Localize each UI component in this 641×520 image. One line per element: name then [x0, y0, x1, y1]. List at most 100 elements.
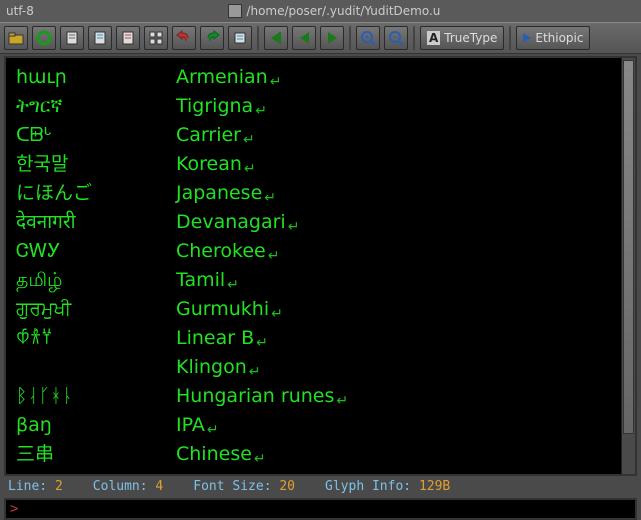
text-row: ᏣᎳᎩCherokee↵ [16, 238, 611, 267]
document-paste-button[interactable] [116, 26, 140, 50]
text-row: தமிழ்Tamil↵ [16, 267, 611, 296]
font-label: TrueType [444, 31, 497, 45]
font-selector[interactable]: A TrueType [420, 26, 504, 50]
text-row: ਗੁਰਮੁਖੀGurmukhi↵ [16, 296, 611, 325]
separator [509, 26, 511, 50]
document-button[interactable] [60, 26, 84, 50]
text-row: ᛒᛆᚴᚼᚿHungarian runes↵ [16, 383, 611, 412]
native-script: தமிழ் [16, 267, 176, 296]
return-icon: ↵ [264, 190, 276, 206]
native-script: にほんご [16, 180, 176, 209]
text-editor[interactable]: հաւրArmenian↵ትግርኛTigrigna↵ᑕᗸᒡCarrier↵한국말… [6, 58, 621, 474]
editor-area: հաւրArmenian↵ትግርኛTigrigna↵ᑕᗸᒡCarrier↵한국말… [4, 56, 637, 476]
script-name: Gurmukhi↵ [176, 296, 283, 325]
play-icon [523, 33, 531, 43]
native-script: հաւր [16, 64, 176, 93]
go-next-button[interactable] [320, 26, 344, 50]
input-method-selector[interactable]: Ethiopic [516, 26, 590, 50]
script-name: Carrier↵ [176, 122, 255, 151]
script-name: Cherokee↵ [176, 238, 279, 267]
open-button[interactable] [4, 26, 28, 50]
titlebar: utf-8 /home/poser/.yudit/YuditDemo.u [0, 0, 641, 22]
script-name: Tigrigna↵ [176, 93, 267, 122]
prompt: > [10, 501, 18, 517]
separator [257, 26, 259, 50]
text-row: ትግርኛTigrigna↵ [16, 93, 611, 122]
document-copy-button[interactable] [88, 26, 112, 50]
file-icon [228, 4, 242, 18]
native-script [16, 354, 176, 383]
text-row: Klingon↵ [16, 354, 611, 383]
command-line[interactable]: > [4, 498, 637, 520]
return-icon: ↵ [207, 422, 219, 438]
filepath: /home/poser/.yudit/YuditDemo.u [34, 4, 635, 18]
text-row: 한국말Korean↵ [16, 151, 611, 180]
return-icon: ↵ [270, 74, 282, 90]
return-icon: ↵ [249, 364, 261, 380]
record-button[interactable] [32, 26, 56, 50]
toolbar: A TrueType Ethiopic [0, 22, 641, 54]
status-bar: Line: 2 Column: 4 Font Size: 20 Glyph In… [0, 476, 641, 496]
script-name: Japanese↵ [176, 180, 276, 209]
go-prev-button[interactable] [292, 26, 316, 50]
zoom-out-button[interactable] [384, 26, 408, 50]
script-name: IPA↵ [176, 412, 219, 441]
script-name: Hungarian runes↵ [176, 383, 348, 412]
text-row: にほんごJapanese↵ [16, 180, 611, 209]
return-icon: ↵ [268, 248, 280, 264]
filepath-text: /home/poser/.yudit/YuditDemo.u [246, 4, 440, 18]
script-name: Tamil↵ [176, 267, 239, 296]
return-icon: ↵ [256, 335, 268, 351]
return-icon: ↵ [271, 306, 283, 322]
native-script: देवनागरी [16, 209, 176, 238]
separator [349, 26, 351, 50]
glyph-label: Glyph Info: [325, 479, 411, 494]
native-script: 𐀶𐀪𐀦 [16, 325, 176, 354]
text-row: देवनागरीDevanagari↵ [16, 209, 611, 238]
line-value: 2 [55, 479, 63, 494]
column-label: Column: [93, 479, 148, 494]
native-script: ᑕᗸᒡ [16, 122, 176, 151]
font-icon: A [427, 31, 440, 45]
native-script: ᛒᛆᚴᚼᚿ [16, 383, 176, 412]
native-script: ਗੁਰਮੁਖੀ [16, 296, 176, 325]
zoom-in-button[interactable] [356, 26, 380, 50]
script-name: Chinese↵ [176, 441, 266, 470]
text-row: ᑕᗸᒡCarrier↵ [16, 122, 611, 151]
return-icon: ↵ [243, 132, 255, 148]
script-name: Devanagari↵ [176, 209, 299, 238]
script-name: Armenian↵ [176, 64, 281, 93]
column-value: 4 [155, 479, 163, 494]
text-row: βaŋIPA↵ [16, 412, 611, 441]
redo-button[interactable] [200, 26, 224, 50]
text-row: 三串Chinese↵ [16, 441, 611, 470]
script-name: Linear B↵ [176, 325, 268, 354]
return-icon: ↵ [254, 451, 266, 467]
line-label: Line: [8, 479, 47, 494]
return-icon: ↵ [255, 103, 267, 119]
native-script: ትግርኛ [16, 93, 176, 122]
native-script: 한국말 [16, 151, 176, 180]
return-icon: ↵ [336, 393, 348, 409]
paragraph-button[interactable] [228, 26, 252, 50]
encoding-label: utf-8 [6, 4, 34, 18]
return-icon: ↵ [227, 277, 239, 293]
glyph-value: 129B [419, 479, 450, 494]
fontsize-value: 20 [279, 479, 295, 494]
vertical-scrollbar[interactable] [621, 58, 635, 474]
scrollbar-thumb[interactable] [623, 60, 634, 434]
script-name: Korean↵ [176, 151, 256, 180]
fontsize-label: Font Size: [193, 479, 271, 494]
native-script: βaŋ [16, 412, 176, 441]
undo-button[interactable] [172, 26, 196, 50]
grid-button[interactable] [144, 26, 168, 50]
native-script: 三串 [16, 441, 176, 470]
return-icon: ↵ [288, 219, 300, 235]
go-start-button[interactable] [264, 26, 288, 50]
native-script: ᏣᎳᎩ [16, 238, 176, 267]
text-row: 𐀶𐀪𐀦Linear B↵ [16, 325, 611, 354]
text-row: հաւրArmenian↵ [16, 64, 611, 93]
input-method-label: Ethiopic [535, 31, 583, 45]
separator [413, 26, 415, 50]
return-icon: ↵ [244, 161, 256, 177]
